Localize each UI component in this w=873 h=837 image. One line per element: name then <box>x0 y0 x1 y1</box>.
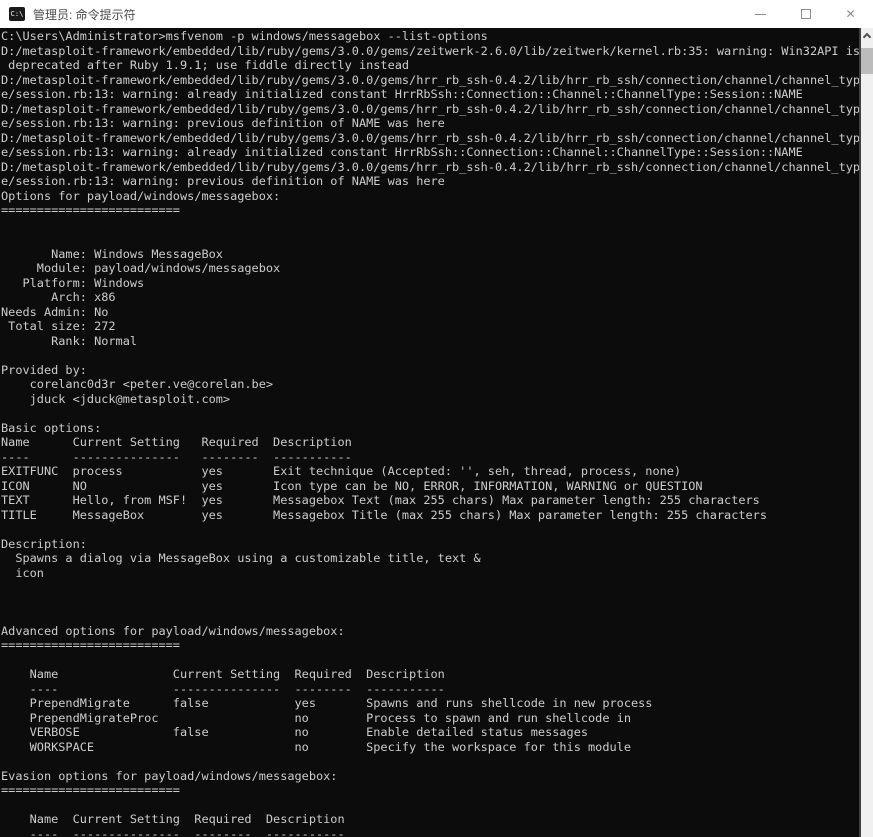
terminal-line: Evasion options for payload/windows/mess… <box>1 768 338 783</box>
terminal-line: ---- --------------- -------- ----------… <box>1 681 445 696</box>
minimize-button[interactable] <box>738 0 783 28</box>
terminal-line: Name Current Setting Required Descriptio… <box>1 667 445 681</box>
scrollbar-thumb[interactable] <box>861 48 873 74</box>
terminal-line: VERBOSE false no Enable detailed status … <box>1 725 589 739</box>
close-button[interactable]: ✕ <box>828 0 873 28</box>
title-bar-left: C:\ 管理员: 命令提示符 <box>0 0 136 28</box>
terminal-line: ========================= <box>1 638 180 652</box>
terminal-line: Arch: x86 <box>1 290 116 304</box>
terminal-line: deprecated after Ruby 1.9.1; use fiddle … <box>1 58 410 72</box>
terminal-line: Provided by: <box>1 362 87 377</box>
terminal-line: e/session.rb:13: warning: already initia… <box>1 145 803 159</box>
scrollbar[interactable] <box>859 28 873 837</box>
terminal-line: Advanced options for payload/windows/mes… <box>1 623 345 638</box>
terminal-line: ---- --------------- -------- ----------… <box>1 826 345 837</box>
terminal-line: e/session.rb:13: warning: already initia… <box>1 87 803 101</box>
terminal-line: Basic options: <box>1 420 102 435</box>
terminal-line: Module: payload/windows/messagebox <box>1 261 281 275</box>
terminal-line: Spawns a dialog via MessageBox using a c… <box>1 551 481 565</box>
terminal-line: corelanc0d3r <peter.ve@corelan.be> <box>1 377 274 391</box>
title-bar[interactable]: C:\ 管理员: 命令提示符 ✕ <box>0 0 873 28</box>
terminal-line: Name Current Setting Required Descriptio… <box>1 812 345 826</box>
maximize-button[interactable] <box>783 0 828 28</box>
terminal-line: Rank: Normal <box>1 333 138 348</box>
maximize-icon <box>800 9 811 19</box>
close-icon: ✕ <box>845 7 856 21</box>
terminal-line: D:/metasploit-framework/embedded/lib/rub… <box>1 72 859 87</box>
scrollbar-up-button[interactable] <box>861 28 873 45</box>
terminal-line: jduck <jduck@metasploit.com> <box>1 391 231 406</box>
terminal-line: Description: <box>1 536 87 551</box>
terminal-output[interactable]: C:\Users\Administrator>msfvenom -p windo… <box>0 28 859 837</box>
terminal-line: e/session.rb:13: warning: previous defin… <box>1 174 445 188</box>
terminal-line: PrependMigrate false yes Spawns and runs… <box>1 696 653 710</box>
terminal-line: Total size: 272 <box>1 319 116 333</box>
terminal-line: D:/metasploit-framework/embedded/lib/rub… <box>1 43 859 58</box>
terminal-line: Needs Admin: No <box>1 304 109 319</box>
terminal-line: Platform: Windows <box>1 275 145 290</box>
terminal-line: D:/metasploit-framework/embedded/lib/rub… <box>1 101 859 116</box>
terminal-line: ICON NO yes Icon type can be NO, ERROR, … <box>1 478 703 493</box>
terminal-line: C:\Users\Administrator>msfvenom -p windo… <box>1 29 488 43</box>
terminal-line: ========================= <box>1 203 180 217</box>
window-title: 管理员: 命令提示符 <box>33 7 136 22</box>
terminal-line: Name Current Setting Required Descriptio… <box>1 435 352 449</box>
command-prompt-window: C:\ 管理员: 命令提示符 ✕ C:\Users\Administrator>… <box>0 0 873 837</box>
terminal-line: D:/metasploit-framework/embedded/lib/rub… <box>1 130 859 145</box>
terminal-line: e/session.rb:13: warning: previous defin… <box>1 116 445 130</box>
terminal-line: PrependMigrateProc no Process to spawn a… <box>1 710 631 725</box>
terminal-line: TEXT Hello, from MSF! yes Messagebox Tex… <box>1 493 760 507</box>
terminal-line: TITLE MessageBox yes Messagebox Title (m… <box>1 507 767 522</box>
caption-buttons: ✕ <box>738 0 873 28</box>
terminal-line: ---- --------------- -------- ----------… <box>1 449 352 464</box>
terminal-line: ========================= <box>1 783 180 797</box>
window-content: C:\Users\Administrator>msfvenom -p windo… <box>0 28 873 837</box>
cmd-icon: C:\ <box>9 7 25 21</box>
terminal-line: Name: Windows MessageBox <box>1 246 223 261</box>
terminal-line: EXITFUNC process yes Exit technique (Acc… <box>1 464 682 478</box>
terminal-line: icon <box>1 565 44 580</box>
minimize-icon <box>755 13 766 15</box>
terminal-line: WORKSPACE no Specify the workspace for t… <box>1 739 631 754</box>
terminal-line: Options for payload/windows/messagebox: <box>1 188 281 203</box>
cmd-icon-label: C:\ <box>10 10 24 18</box>
chevron-up-icon <box>862 32 872 42</box>
terminal-line: D:/metasploit-framework/embedded/lib/rub… <box>1 159 859 174</box>
